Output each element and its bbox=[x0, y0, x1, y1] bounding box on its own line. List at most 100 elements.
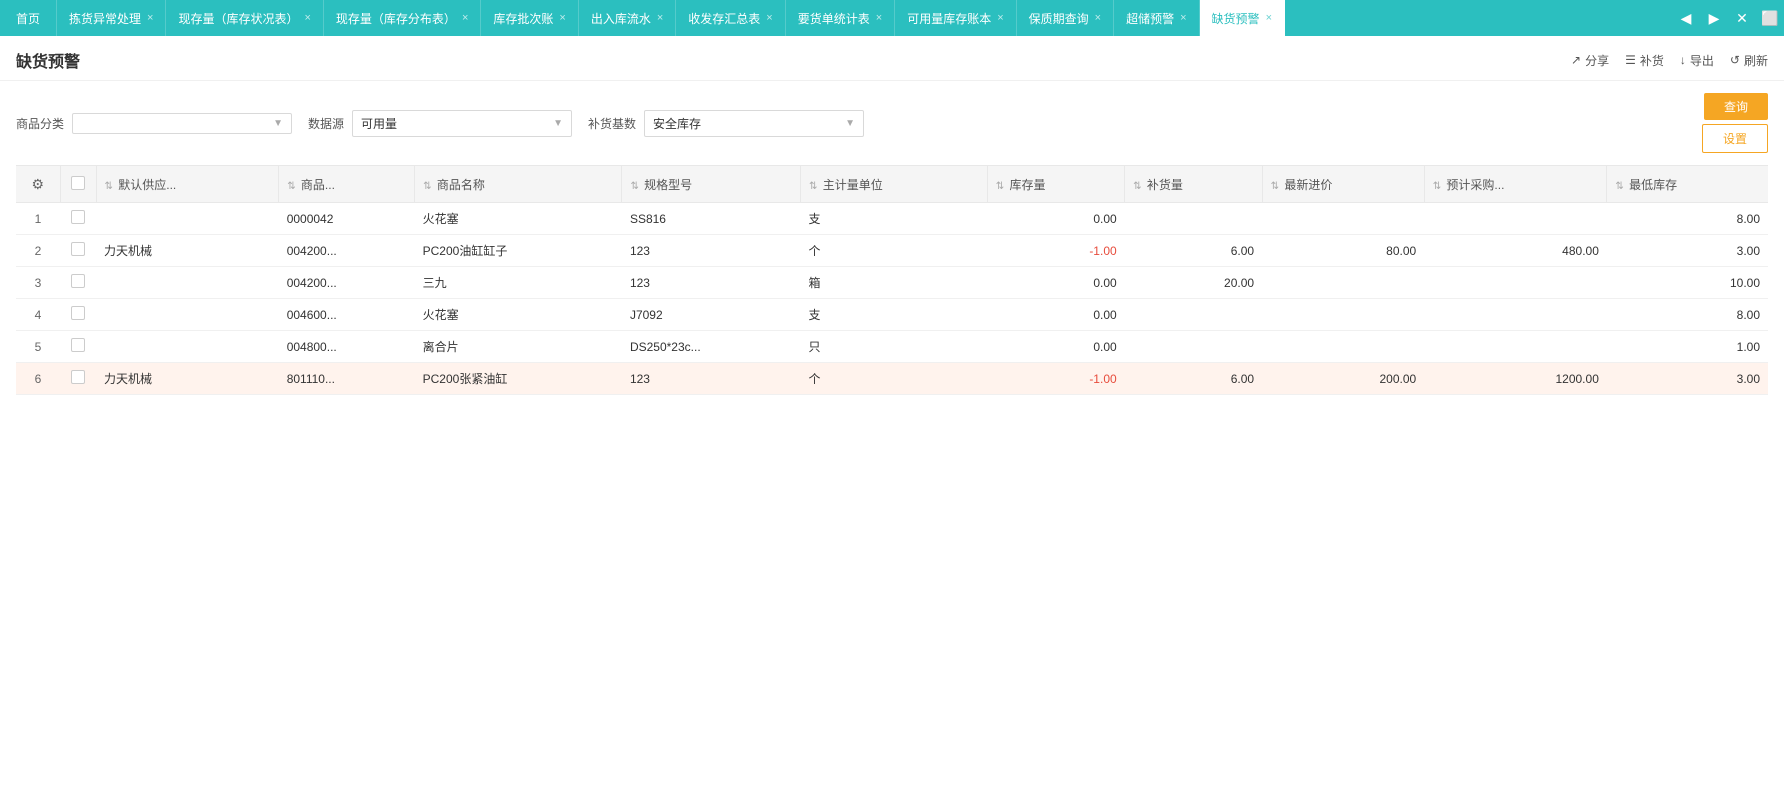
row-checkbox[interactable] bbox=[71, 306, 85, 320]
table-row: 3 004200... 三九 123 箱 0.00 20.00 10.00 bbox=[16, 267, 1768, 299]
row-replenish: 20.00 bbox=[1125, 267, 1262, 299]
tab-bar: 首页 拣货异常处理 × 现存量（库存状况表） × 现存量（库存分布表） × 库存… bbox=[0, 0, 1784, 36]
col-header-min-stock[interactable]: ⇅ 最低库存 bbox=[1607, 166, 1768, 203]
row-unit: 支 bbox=[800, 299, 987, 331]
row-num: 5 bbox=[16, 331, 60, 363]
datasource-value: 可用量 bbox=[361, 115, 397, 132]
row-checkbox-cell[interactable] bbox=[60, 363, 96, 395]
tab-close-exception[interactable]: × bbox=[147, 12, 153, 24]
replenish-button[interactable]: ☰ 补货 bbox=[1625, 52, 1664, 69]
tab-close-all-button[interactable]: ✕ bbox=[1728, 0, 1756, 36]
row-supplier: 力天机械 bbox=[96, 235, 279, 267]
table-body: 1 0000042 火花塞 SS816 支 0.00 8.00 2 力天机械 0… bbox=[16, 203, 1768, 395]
col-header-stock[interactable]: ⇅ 库存量 bbox=[987, 166, 1124, 203]
tab-receive-summary[interactable]: 收发存汇总表 × bbox=[676, 0, 785, 36]
col-header-check[interactable] bbox=[60, 166, 96, 203]
tab-next-button[interactable]: ▶ bbox=[1700, 0, 1728, 36]
row-checkbox[interactable] bbox=[71, 274, 85, 288]
tab-inventory-dist[interactable]: 现存量（库存分布表） × bbox=[324, 0, 481, 36]
sort-icon: ⇅ bbox=[630, 181, 638, 192]
filter-bar: 商品分类 ▼ 数据源 可用量 ▼ 补货基数 安全库存 ▼ 查询 设置 bbox=[0, 81, 1784, 165]
tab-label: 库存批次账 bbox=[493, 10, 553, 27]
tab-close-inv-status[interactable]: × bbox=[304, 12, 310, 24]
row-estimated-purchase: 1200.00 bbox=[1424, 363, 1607, 395]
tab-maximize-button[interactable]: ⬜ bbox=[1756, 0, 1784, 36]
table-row: 1 0000042 火花塞 SS816 支 0.00 8.00 bbox=[16, 203, 1768, 235]
tab-prev-button[interactable]: ◀ bbox=[1672, 0, 1700, 36]
tab-close-inv-dist[interactable]: × bbox=[462, 12, 468, 24]
row-replenish: 6.00 bbox=[1125, 235, 1262, 267]
replenish-base-select[interactable]: 安全库存 ▼ bbox=[644, 110, 864, 137]
col-header-unit[interactable]: ⇅ 主计量单位 bbox=[800, 166, 987, 203]
row-checkbox[interactable] bbox=[71, 338, 85, 352]
replenish-base-value: 安全库存 bbox=[653, 115, 701, 132]
tab-batch-account[interactable]: 库存批次账 × bbox=[481, 0, 578, 36]
replenish-base-filter-group: 补货基数 安全库存 ▼ bbox=[588, 110, 864, 137]
settings-button[interactable]: 设置 bbox=[1702, 124, 1768, 153]
category-select[interactable]: ▼ bbox=[72, 113, 292, 134]
tab-close-inout[interactable]: × bbox=[657, 12, 663, 24]
row-min-stock: 3.00 bbox=[1607, 363, 1768, 395]
col-header-latest-price[interactable]: ⇅ 最新进价 bbox=[1262, 166, 1424, 203]
tab-exception[interactable]: 拣货异常处理 × bbox=[57, 0, 166, 36]
query-button[interactable]: 查询 bbox=[1704, 93, 1768, 120]
select-all-checkbox[interactable] bbox=[71, 176, 85, 190]
replenish-base-chevron-icon: ▼ bbox=[845, 118, 855, 129]
tab-close-expiry[interactable]: × bbox=[1095, 12, 1101, 24]
row-stock: 0.00 bbox=[987, 267, 1124, 299]
share-button[interactable]: ↗ 分享 bbox=[1571, 52, 1609, 69]
export-icon: ↓ bbox=[1680, 53, 1686, 67]
tab-label: 缺货预警 bbox=[1212, 10, 1260, 27]
col-header-settings[interactable]: ⚙ bbox=[16, 166, 60, 203]
row-num: 1 bbox=[16, 203, 60, 235]
tab-close-ledger[interactable]: × bbox=[997, 12, 1003, 24]
row-checkbox[interactable] bbox=[71, 242, 85, 256]
page-header: 缺货预警 ↗ 分享 ☰ 补货 ↓ 导出 ↺ 刷新 bbox=[0, 36, 1784, 81]
col-header-estimated-purchase[interactable]: ⇅ 预计采购... bbox=[1424, 166, 1607, 203]
export-button[interactable]: ↓ 导出 bbox=[1680, 52, 1714, 69]
tab-shortage[interactable]: 缺货预警 × bbox=[1200, 0, 1285, 36]
tab-close-receive[interactable]: × bbox=[766, 12, 772, 24]
row-estimated-purchase bbox=[1424, 203, 1607, 235]
col-header-spec[interactable]: ⇅ 规格型号 bbox=[622, 166, 801, 203]
refresh-icon: ↺ bbox=[1730, 53, 1740, 67]
col-header-replenish[interactable]: ⇅ 补货量 bbox=[1125, 166, 1262, 203]
datasource-select[interactable]: 可用量 ▼ bbox=[352, 110, 572, 137]
row-checkbox[interactable] bbox=[71, 370, 85, 384]
main-content: 缺货预警 ↗ 分享 ☰ 补货 ↓ 导出 ↺ 刷新 商品分类 bbox=[0, 36, 1784, 796]
share-label: 分享 bbox=[1585, 52, 1609, 69]
row-stock: 0.00 bbox=[987, 203, 1124, 235]
row-checkbox-cell[interactable] bbox=[60, 267, 96, 299]
row-min-stock: 10.00 bbox=[1607, 267, 1768, 299]
tab-overstock[interactable]: 超储预警 × bbox=[1114, 0, 1199, 36]
row-latest-price bbox=[1262, 203, 1424, 235]
tab-label: 出入库流水 bbox=[591, 10, 651, 27]
col-header-supplier[interactable]: ⇅ 默认供应... bbox=[96, 166, 279, 203]
tab-home[interactable]: 首页 bbox=[0, 0, 57, 36]
tab-close-order[interactable]: × bbox=[876, 12, 882, 24]
table-row: 6 力天机械 801110... PC200张紧油缸 123 个 -1.00 6… bbox=[16, 363, 1768, 395]
tab-expiry-query[interactable]: 保质期查询 × bbox=[1017, 0, 1114, 36]
row-checkbox-cell[interactable] bbox=[60, 235, 96, 267]
row-checkbox-cell[interactable] bbox=[60, 299, 96, 331]
row-supplier: 力天机械 bbox=[96, 363, 279, 395]
row-checkbox-cell[interactable] bbox=[60, 331, 96, 363]
sort-icon: ⇅ bbox=[1133, 181, 1141, 192]
table-settings-gear-icon[interactable]: ⚙ bbox=[28, 174, 48, 194]
tab-inventory-status[interactable]: 现存量（库存状况表） × bbox=[166, 0, 323, 36]
col-header-product-name[interactable]: ⇅ 商品名称 bbox=[415, 166, 622, 203]
tab-close-overstock[interactable]: × bbox=[1180, 12, 1186, 24]
tab-label: 保质期查询 bbox=[1029, 10, 1089, 27]
row-checkbox-cell[interactable] bbox=[60, 203, 96, 235]
row-checkbox[interactable] bbox=[71, 210, 85, 224]
row-replenish bbox=[1125, 203, 1262, 235]
row-min-stock: 8.00 bbox=[1607, 203, 1768, 235]
tab-order-stats[interactable]: 要货单统计表 × bbox=[786, 0, 895, 36]
row-supplier bbox=[96, 331, 279, 363]
col-header-product-code[interactable]: ⇅ 商品... bbox=[279, 166, 415, 203]
tab-close-batch[interactable]: × bbox=[559, 12, 565, 24]
tab-inout-flow[interactable]: 出入库流水 × bbox=[579, 0, 676, 36]
refresh-button[interactable]: ↺ 刷新 bbox=[1730, 52, 1768, 69]
tab-available-ledger[interactable]: 可用量库存账本 × bbox=[895, 0, 1016, 36]
tab-close-shortage[interactable]: × bbox=[1266, 12, 1272, 24]
